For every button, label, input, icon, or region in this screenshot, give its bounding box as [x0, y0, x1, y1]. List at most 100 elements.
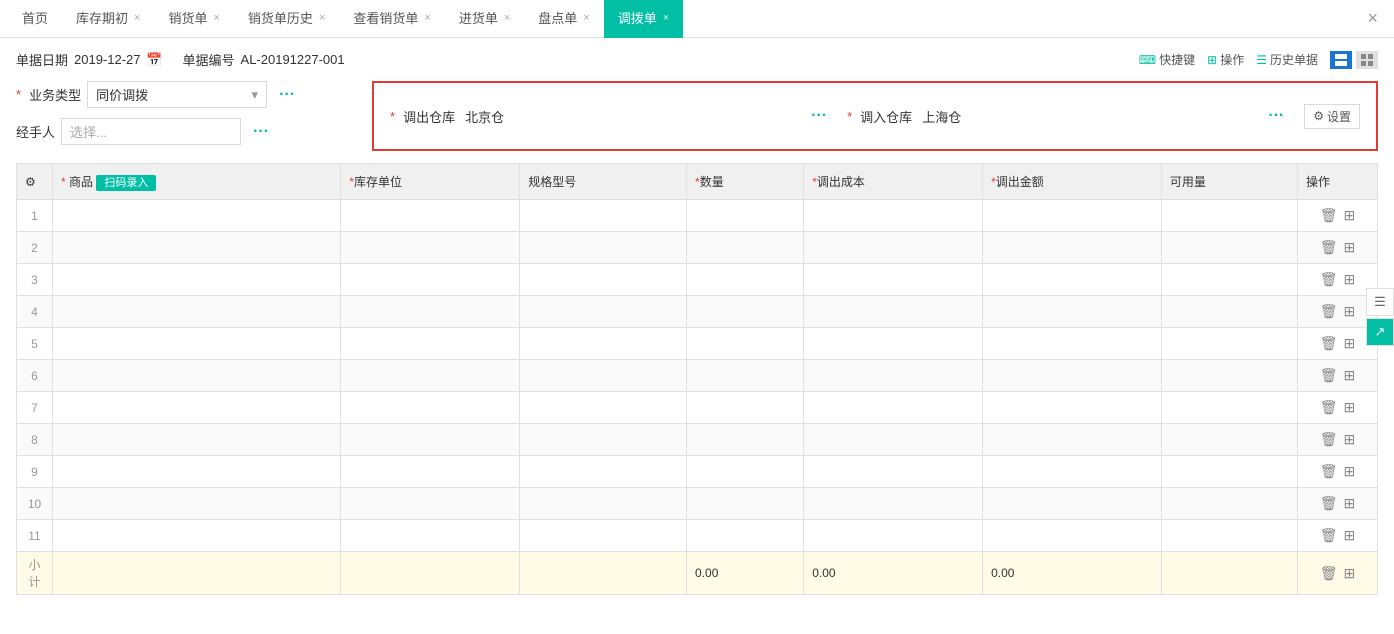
- tab-purchase[interactable]: 进货单 ×: [445, 0, 524, 38]
- settings-button[interactable]: ⚙ 设置: [1304, 104, 1360, 129]
- cell-qty[interactable]: [687, 360, 804, 392]
- cell-qty[interactable]: [687, 424, 804, 456]
- cell-amount[interactable]: [983, 392, 1162, 424]
- cell-product[interactable]: [53, 296, 341, 328]
- cell-qty[interactable]: [687, 456, 804, 488]
- cell-spec[interactable]: [520, 488, 687, 520]
- cell-available[interactable]: [1161, 296, 1297, 328]
- tab-sales-order[interactable]: 销货单 ×: [154, 0, 233, 38]
- tab-transfer[interactable]: 调拨单 ×: [604, 0, 683, 38]
- cell-cost[interactable]: [804, 200, 983, 232]
- business-type-more-btn[interactable]: ···: [279, 86, 295, 104]
- copy-icon[interactable]: ⊞: [1344, 335, 1356, 352]
- cell-unit[interactable]: [341, 520, 520, 552]
- cell-available[interactable]: [1161, 200, 1297, 232]
- delete-icon[interactable]: 🗑: [1320, 565, 1338, 582]
- cell-qty[interactable]: [687, 392, 804, 424]
- cell-spec[interactable]: [520, 424, 687, 456]
- cell-spec[interactable]: [520, 232, 687, 264]
- cell-unit[interactable]: [341, 232, 520, 264]
- tab-close-sales-order[interactable]: ×: [213, 12, 219, 24]
- cell-cost[interactable]: [804, 360, 983, 392]
- cell-cost[interactable]: [804, 520, 983, 552]
- cell-spec[interactable]: [520, 456, 687, 488]
- cell-cost[interactable]: [804, 456, 983, 488]
- cell-available[interactable]: [1161, 328, 1297, 360]
- delete-icon[interactable]: 🗑: [1320, 239, 1338, 256]
- operation-button[interactable]: ⊞ 操作: [1207, 51, 1244, 68]
- copy-icon[interactable]: ⊞: [1344, 463, 1356, 480]
- cell-amount[interactable]: [983, 296, 1162, 328]
- cell-unit[interactable]: [341, 392, 520, 424]
- history-button[interactable]: ☰ 历史单据: [1256, 51, 1318, 68]
- handler-more-btn[interactable]: ···: [253, 123, 269, 141]
- tab-stocktake[interactable]: 盘点单 ×: [524, 0, 603, 38]
- cell-unit[interactable]: [341, 328, 520, 360]
- layout-btn-1[interactable]: [1330, 51, 1352, 69]
- cell-amount[interactable]: [983, 456, 1162, 488]
- cell-available[interactable]: [1161, 264, 1297, 296]
- cell-product[interactable]: [53, 232, 341, 264]
- cell-spec[interactable]: [520, 328, 687, 360]
- cell-spec[interactable]: [520, 264, 687, 296]
- scan-button[interactable]: 扫码录入: [96, 175, 156, 191]
- copy-icon[interactable]: ⊞: [1344, 271, 1356, 288]
- cell-unit[interactable]: [341, 424, 520, 456]
- copy-icon[interactable]: ⊞: [1344, 207, 1356, 224]
- cell-amount[interactable]: [983, 424, 1162, 456]
- copy-icon[interactable]: ⊞: [1344, 527, 1356, 544]
- cell-qty[interactable]: [687, 264, 804, 296]
- cell-amount[interactable]: [983, 520, 1162, 552]
- cell-cost[interactable]: [804, 488, 983, 520]
- cell-cost[interactable]: [804, 296, 983, 328]
- cell-product[interactable]: [53, 328, 341, 360]
- delete-icon[interactable]: 🗑: [1320, 335, 1338, 352]
- cell-spec[interactable]: [520, 392, 687, 424]
- cell-unit[interactable]: [341, 296, 520, 328]
- cell-spec[interactable]: [520, 360, 687, 392]
- layout-btn-2[interactable]: [1356, 51, 1378, 69]
- sidebar-list-btn[interactable]: ☰: [1366, 288, 1394, 316]
- delete-icon[interactable]: 🗑: [1320, 431, 1338, 448]
- cell-qty[interactable]: [687, 488, 804, 520]
- tab-inventory-init[interactable]: 库存期初 ×: [62, 0, 154, 38]
- tab-close-purchase[interactable]: ×: [504, 12, 510, 24]
- cell-cost[interactable]: [804, 264, 983, 296]
- delete-icon[interactable]: 🗑: [1320, 463, 1338, 480]
- cell-product[interactable]: [53, 200, 341, 232]
- tab-close-sales-history[interactable]: ×: [319, 12, 325, 24]
- copy-icon[interactable]: ⊞: [1344, 431, 1356, 448]
- cell-available[interactable]: [1161, 488, 1297, 520]
- cell-amount[interactable]: [983, 264, 1162, 296]
- cell-cost[interactable]: [804, 232, 983, 264]
- copy-icon[interactable]: ⊞: [1344, 303, 1356, 320]
- tab-view-sales[interactable]: 查看销货单 ×: [339, 0, 444, 38]
- copy-icon[interactable]: ⊞: [1344, 565, 1356, 582]
- tab-bar-close-button[interactable]: ×: [1359, 8, 1386, 29]
- cell-qty[interactable]: [687, 200, 804, 232]
- transfer-out-more-btn[interactable]: ···: [811, 107, 827, 125]
- cell-qty[interactable]: [687, 328, 804, 360]
- cell-qty[interactable]: [687, 520, 804, 552]
- handler-select[interactable]: 选择...: [61, 118, 241, 145]
- copy-icon[interactable]: ⊞: [1344, 367, 1356, 384]
- cell-spec[interactable]: [520, 200, 687, 232]
- sidebar-expand-btn[interactable]: ↗: [1366, 318, 1394, 346]
- tab-sales-history[interactable]: 销货单历史 ×: [234, 0, 339, 38]
- delete-icon[interactable]: 🗑: [1320, 527, 1338, 544]
- cell-cost[interactable]: [804, 392, 983, 424]
- cell-qty[interactable]: [687, 232, 804, 264]
- delete-icon[interactable]: 🗑: [1320, 271, 1338, 288]
- delete-icon[interactable]: 🗑: [1320, 399, 1338, 416]
- calendar-icon[interactable]: 📅: [147, 52, 163, 68]
- cell-unit[interactable]: [341, 264, 520, 296]
- tab-close-inventory-init[interactable]: ×: [134, 12, 140, 24]
- cell-unit[interactable]: [341, 200, 520, 232]
- cell-amount[interactable]: [983, 200, 1162, 232]
- tab-close-view-sales[interactable]: ×: [424, 12, 430, 24]
- delete-icon[interactable]: 🗑: [1320, 495, 1338, 512]
- cell-amount[interactable]: [983, 360, 1162, 392]
- cell-product[interactable]: [53, 520, 341, 552]
- cell-product[interactable]: [53, 488, 341, 520]
- delete-icon[interactable]: 🗑: [1320, 303, 1338, 320]
